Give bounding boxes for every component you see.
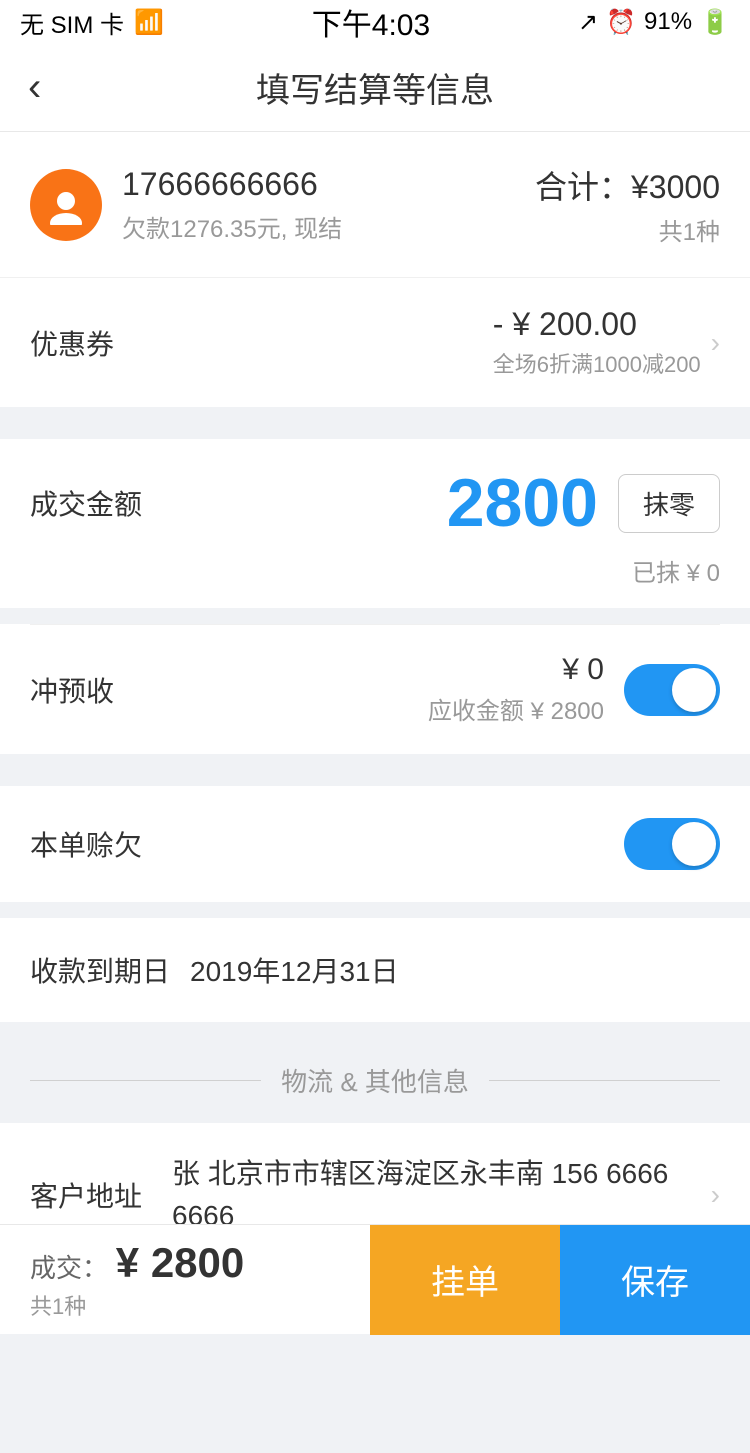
- prereceive-receivable: 应收金额 ¥ 2800: [428, 691, 604, 726]
- deal-amount-container: 2800 抹零: [447, 469, 720, 537]
- address-label: 客户地址: [30, 1175, 142, 1215]
- bottom-info: 成交： ¥ 2800 共1种: [0, 1239, 370, 1321]
- coupon-right: - ¥ 200.00 全场6折满1000减200 ›: [493, 306, 720, 379]
- deal-rounded-text: 已抹 ¥ 0: [632, 553, 720, 588]
- status-bar-time: 下午4:03: [312, 0, 430, 44]
- bottom-deal-row: 成交： ¥ 2800: [30, 1239, 340, 1287]
- prereceive-toggle[interactable]: [624, 664, 720, 716]
- duedate-row: 收款到期日 2019年12月31日: [30, 918, 720, 1022]
- credit-toggle-knob: [672, 822, 716, 866]
- status-bar-right: ↗ ⏰ 91% 🔋: [578, 8, 730, 37]
- deal-sub-row: 已抹 ¥ 0: [30, 553, 720, 588]
- battery-text: 91%: [644, 8, 692, 36]
- prereceive-amount: ¥ 0: [428, 653, 604, 687]
- round-zero-button[interactable]: 抹零: [618, 474, 720, 533]
- logistics-title: 物流 & 其他信息: [281, 1062, 469, 1099]
- back-button[interactable]: ‹: [28, 65, 41, 110]
- total-amount: 合计：¥3000: [535, 162, 720, 208]
- deal-label: 成交金额: [30, 483, 142, 523]
- section-divider-2: [0, 770, 750, 786]
- bottom-bar: 成交： ¥ 2800 共1种 挂单 保存: [0, 1224, 750, 1334]
- bottom-deal-amount: ¥ 2800: [116, 1239, 244, 1286]
- back-icon: ‹: [28, 65, 41, 109]
- divider-line-right: [489, 1080, 720, 1081]
- address-chevron-icon: ›: [711, 1179, 720, 1211]
- bottom-count: 共1种: [30, 1289, 340, 1321]
- prereceive-amount-block: ¥ 0 应收金额 ¥ 2800: [428, 653, 604, 726]
- page-title: 填写结算等信息: [256, 63, 494, 112]
- nav-bar: ‹ 填写结算等信息: [0, 44, 750, 132]
- battery-icon: 🔋: [700, 8, 730, 37]
- duedate-section: 收款到期日 2019年12月31日: [0, 918, 750, 1022]
- no-sim-text: 无 SIM 卡: [20, 5, 124, 40]
- customer-phone: 17666666666: [122, 166, 342, 203]
- save-button[interactable]: 保存: [560, 1225, 750, 1335]
- coupon-row[interactable]: 优惠券 - ¥ 200.00 全场6折满1000减200 ›: [0, 277, 750, 407]
- deal-row: 成交金额 2800 抹零: [30, 469, 720, 537]
- bottom-deal-label: 成交：: [30, 1253, 108, 1283]
- coupon-label: 优惠券: [30, 323, 114, 363]
- section-divider-1: [0, 423, 750, 439]
- avatar: [30, 169, 102, 241]
- coupon-value-block: - ¥ 200.00 全场6折满1000减200: [493, 306, 701, 379]
- customer-right: 合计：¥3000 共1种: [535, 162, 720, 247]
- credit-label: 本单赊欠: [30, 824, 142, 864]
- status-bar: 无 SIM 卡 📶 下午4:03 ↗ ⏰ 91% 🔋: [0, 0, 750, 44]
- pending-button[interactable]: 挂单: [370, 1225, 560, 1335]
- duedate-value: 2019年12月31日: [190, 950, 399, 990]
- credit-toggle[interactable]: [624, 818, 720, 870]
- customer-row: 17666666666 欠款1276.35元, 现结 合计：¥3000 共1种: [0, 132, 750, 277]
- coupon-desc: 全场6折满1000减200: [493, 347, 701, 379]
- alarm-icon: ⏰: [606, 8, 636, 37]
- prereceive-row: 冲预收 ¥ 0 应收金额 ¥ 2800: [30, 624, 720, 754]
- duedate-label: 收款到期日: [30, 950, 170, 990]
- logistics-divider: 物流 & 其他信息: [0, 1038, 750, 1123]
- location-icon: ↗: [578, 8, 598, 37]
- customer-card: 17666666666 欠款1276.35元, 现结 合计：¥3000 共1种 …: [0, 132, 750, 407]
- customer-debt: 欠款1276.35元, 现结: [122, 209, 342, 244]
- coupon-chevron-icon: ›: [711, 327, 720, 359]
- deal-amount: 2800: [447, 469, 598, 537]
- divider-line-left: [30, 1080, 261, 1081]
- prereceive-toggle-knob: [672, 668, 716, 712]
- prereceive-label: 冲预收: [30, 670, 114, 710]
- customer-left: 17666666666 欠款1276.35元, 现结: [30, 166, 342, 244]
- credit-section: 本单赊欠: [0, 786, 750, 902]
- deal-section: 成交金额 2800 抹零 已抹 ¥ 0: [0, 439, 750, 608]
- customer-info: 17666666666 欠款1276.35元, 现结: [122, 166, 342, 244]
- coupon-discount: - ¥ 200.00: [493, 306, 701, 343]
- prereceive-section: 冲预收 ¥ 0 应收金额 ¥ 2800: [0, 624, 750, 754]
- status-bar-left: 无 SIM 卡 📶: [20, 5, 164, 40]
- prereceive-right: ¥ 0 应收金额 ¥ 2800: [428, 653, 720, 726]
- total-count: 共1种: [535, 212, 720, 247]
- wifi-icon: 📶: [134, 8, 164, 37]
- credit-row: 本单赊欠: [30, 786, 720, 902]
